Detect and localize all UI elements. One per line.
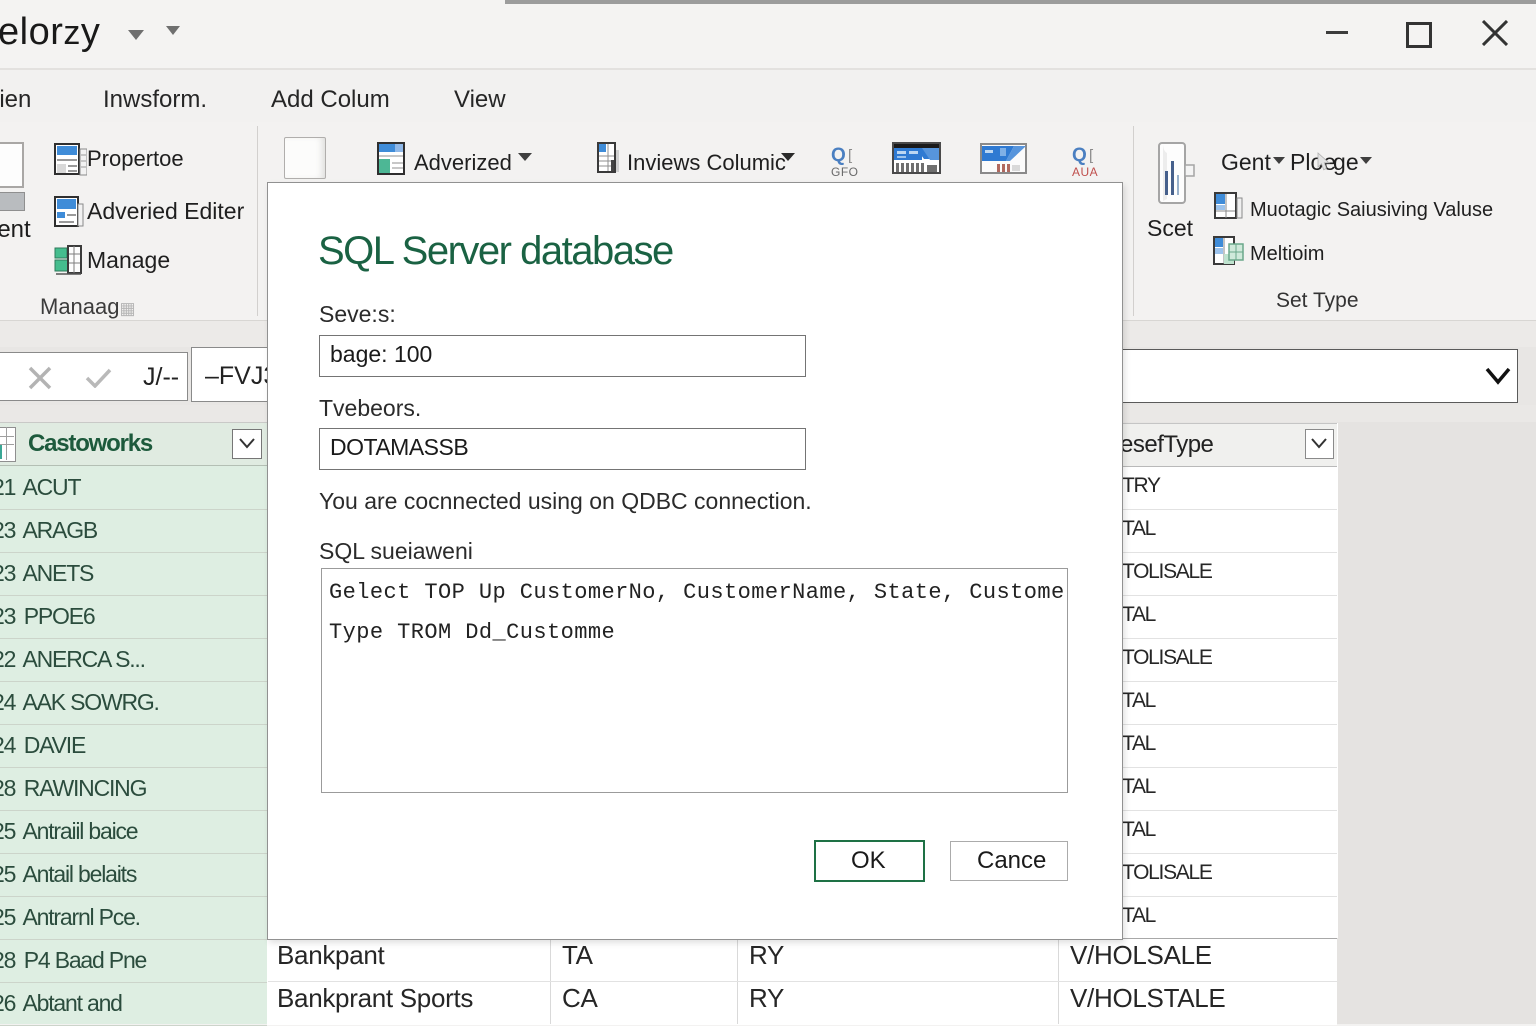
svg-text:GFO: GFO	[831, 165, 859, 177]
svg-text:Q: Q	[1072, 145, 1087, 166]
svg-text:Q: Q	[831, 145, 846, 166]
svg-text:AUA: AUA	[1072, 165, 1098, 177]
svg-text:[: [	[1089, 147, 1094, 164]
svg-text:[: [	[848, 147, 853, 164]
